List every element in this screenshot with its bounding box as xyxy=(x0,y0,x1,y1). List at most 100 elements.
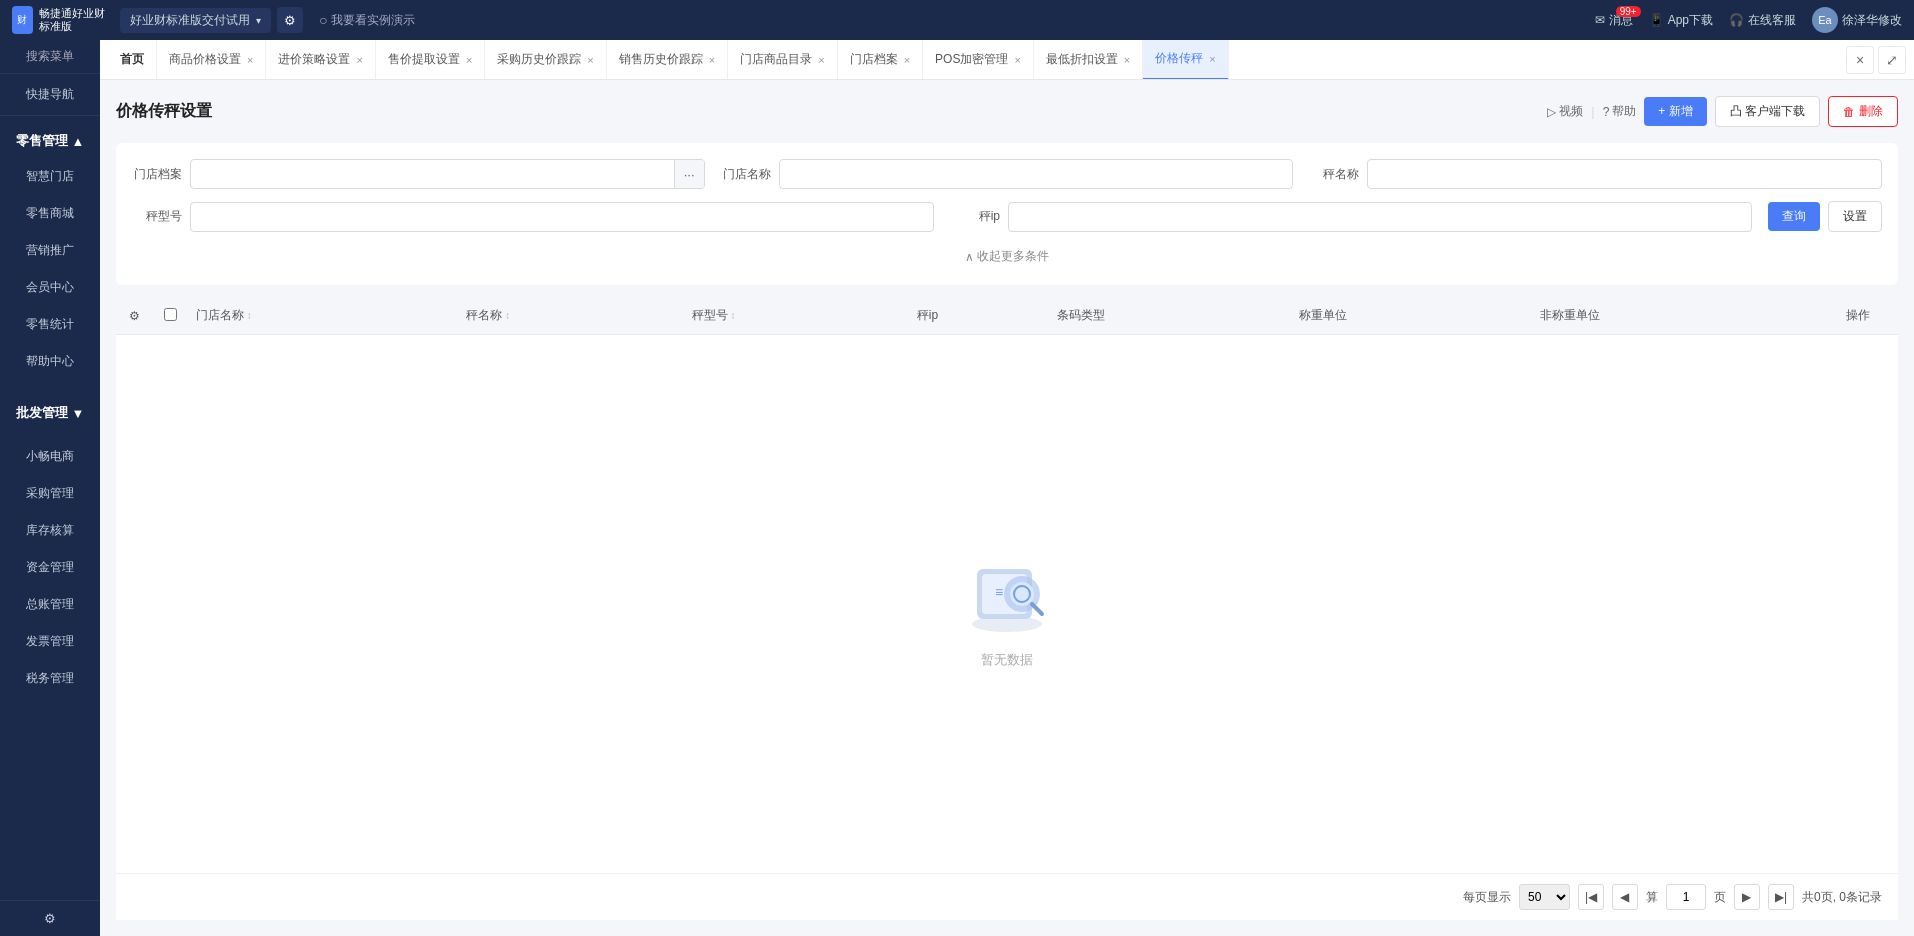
th-scale-model[interactable]: 秤型号 xyxy=(684,297,909,335)
store-name-input[interactable] xyxy=(779,159,1294,189)
video-btn[interactable]: ▷ 视频 xyxy=(1547,103,1583,120)
form-group-scale-name: 秤名称 xyxy=(1309,159,1882,189)
empty-state: ≡ 暂无数据 xyxy=(116,335,1898,873)
sidebar-item-tax[interactable]: 税务管理 xyxy=(0,660,100,697)
messages-btn[interactable]: ✉ 消息 99+ xyxy=(1595,12,1633,29)
help-label: 帮助 xyxy=(1612,103,1636,120)
sidebar-item-purchase[interactable]: 采购管理 xyxy=(0,475,100,512)
collapse-label: 收起更多条件 xyxy=(977,248,1049,265)
close-icon[interactable]: × xyxy=(709,54,715,66)
store-profile-picker-btn[interactable]: ··· xyxy=(674,160,704,188)
sidebar-item-smart-store[interactable]: 智慧门店 xyxy=(4,158,96,195)
form-group-scale-model: 秤型号 xyxy=(132,202,934,232)
settings-icon[interactable]: ⚙ xyxy=(277,7,303,33)
sidebar-item-invoice[interactable]: 发票管理 xyxy=(0,623,100,660)
download-btn[interactable]: 凸 客户端下载 xyxy=(1715,96,1820,127)
collapse-btn[interactable]: ∧ 收起更多条件 xyxy=(965,248,1049,265)
close-icon[interactable]: × xyxy=(1124,54,1130,66)
tab-store-catalog[interactable]: 门店商品目录 × xyxy=(728,40,837,80)
th-checkbox[interactable] xyxy=(152,297,188,335)
tab-sale-price[interactable]: 售价提取设置 × xyxy=(376,40,485,80)
wholesale-section: 批发管理 ▼ xyxy=(0,388,100,438)
user-profile-btn[interactable]: Ea 徐泽华修改 xyxy=(1812,7,1902,33)
close-icon[interactable]: × xyxy=(466,54,472,66)
sidebar-item-member[interactable]: 会员中心 xyxy=(4,269,96,306)
chevron-down-icon: ▾ xyxy=(256,15,261,26)
tab-sales-history[interactable]: 销售历史价跟踪 × xyxy=(607,40,728,80)
th-store-name[interactable]: 门店名称 xyxy=(188,297,458,335)
close-icon[interactable]: × xyxy=(818,54,824,66)
sidebar-settings-btn[interactable]: ⚙ xyxy=(0,900,100,936)
tab-price-transfer[interactable]: 价格传秤 × xyxy=(1143,40,1228,80)
tab-goods-price[interactable]: 商品价格设置 × xyxy=(157,40,266,80)
delete-btn[interactable]: 🗑 删除 xyxy=(1828,96,1898,127)
top-bar: 财 畅捷通好业财标准版 好业财标准版交付试用 ▾ ⚙ ○ 我要看实例演示 ✉ 消… xyxy=(0,0,1914,40)
search-menu-btn[interactable]: 搜索菜单 xyxy=(0,40,100,74)
page-suffix: 页 xyxy=(1714,889,1726,906)
tab-purchase-history[interactable]: 采购历史价跟踪 × xyxy=(485,40,606,80)
divider: | xyxy=(1591,104,1594,119)
sidebar-item-inventory[interactable]: 库存核算 xyxy=(0,512,100,549)
close-icon[interactable]: × xyxy=(904,54,910,66)
form-group-store-profile: 门店档案 ··· xyxy=(132,159,705,189)
tab-min-discount[interactable]: 最低折扣设置 × xyxy=(1034,40,1143,80)
online-service-label: 在线客服 xyxy=(1748,12,1796,29)
scale-ip-label: 秤ip xyxy=(950,208,1000,225)
tab-purchase-strategy[interactable]: 进价策略设置 × xyxy=(266,40,375,80)
close-icon[interactable]: × xyxy=(1209,53,1215,65)
help-btn[interactable]: ? 帮助 xyxy=(1603,103,1637,120)
retail-mgmt-title[interactable]: 零售管理 ▲ xyxy=(4,124,96,158)
per-page-select[interactable]: 50 10 20 100 xyxy=(1519,884,1570,910)
th-gear[interactable]: ⚙ xyxy=(116,297,152,335)
sidebar-item-xiaochang[interactable]: 小畅电商 xyxy=(0,438,100,475)
th-non-weight-unit: 非称重单位 xyxy=(1532,297,1818,335)
settings-btn-form[interactable]: 设置 xyxy=(1828,201,1882,232)
maximize-btn[interactable]: ⤢ xyxy=(1878,46,1906,74)
page-actions: ▷ 视频 | ? 帮助 + 新增 凸 客户端下载 🗑 xyxy=(1547,96,1898,127)
select-all-checkbox[interactable] xyxy=(164,308,177,321)
logo-icon: 财 xyxy=(12,6,33,34)
sidebar-item-retail-mall[interactable]: 零售商城 xyxy=(4,195,96,232)
close-icon[interactable]: × xyxy=(1014,54,1020,66)
version-selector[interactable]: 好业财标准版交付试用 ▾ xyxy=(120,8,271,33)
last-page-btn[interactable]: ▶| xyxy=(1768,884,1794,910)
scale-name-input[interactable] xyxy=(1367,159,1882,189)
demo-link[interactable]: ○ 我要看实例演示 xyxy=(319,12,415,29)
store-profile-input[interactable] xyxy=(191,160,674,188)
scale-model-input[interactable] xyxy=(190,202,934,232)
page-input[interactable] xyxy=(1666,884,1706,910)
query-btn[interactable]: 查询 xyxy=(1768,202,1820,231)
close-icon[interactable]: × xyxy=(247,54,253,66)
sidebar-item-help[interactable]: 帮助中心 xyxy=(4,343,96,380)
close-icon[interactable]: × xyxy=(356,54,362,66)
online-service-btn[interactable]: 🎧 在线客服 xyxy=(1729,12,1796,29)
th-scale-name[interactable]: 秤名称 xyxy=(458,297,683,335)
form-group-scale-ip: 秤ip xyxy=(950,202,1752,232)
tab-sale-price-label: 售价提取设置 xyxy=(388,51,460,68)
close-tab-btn[interactable]: × xyxy=(1846,46,1874,74)
next-page-btn[interactable]: ▶ xyxy=(1734,884,1760,910)
tab-bar-right: × ⤢ xyxy=(1846,46,1906,74)
add-btn[interactable]: + 新增 xyxy=(1644,97,1706,126)
tab-pos-management[interactable]: POS加密管理 × xyxy=(923,40,1034,80)
sidebar-item-quick-nav[interactable]: 快捷导航 xyxy=(0,78,100,111)
demo-label: 我要看实例演示 xyxy=(331,12,415,29)
empty-illustration: ≡ xyxy=(957,539,1057,639)
page-content: 价格传秤设置 ▷ 视频 | ? 帮助 + 新增 凸 客户端下载 xyxy=(100,80,1914,936)
store-profile-input-wrapper: ··· xyxy=(190,159,705,189)
scale-ip-input[interactable] xyxy=(1008,202,1752,232)
video-label: 视频 xyxy=(1559,103,1583,120)
app-download-btn[interactable]: 📱 App下载 xyxy=(1649,12,1713,29)
close-icon[interactable]: × xyxy=(587,54,593,66)
wholesale-title[interactable]: 批发管理 ▼ xyxy=(4,396,96,430)
sidebar-item-finance[interactable]: 资金管理 xyxy=(0,549,100,586)
first-page-btn[interactable]: |◀ xyxy=(1578,884,1604,910)
sidebar-item-retail-stats[interactable]: 零售统计 xyxy=(4,306,96,343)
tab-home[interactable]: 首页 xyxy=(108,40,157,80)
prev-page-btn[interactable]: ◀ xyxy=(1612,884,1638,910)
top-bar-right: ✉ 消息 99+ 📱 App下载 🎧 在线客服 Ea 徐泽华修改 xyxy=(1595,7,1902,33)
tab-store-profile-label: 门店档案 xyxy=(850,51,898,68)
sidebar-item-ledger[interactable]: 总账管理 xyxy=(0,586,100,623)
tab-store-profile[interactable]: 门店档案 × xyxy=(838,40,923,80)
sidebar-item-marketing[interactable]: 营销推广 xyxy=(4,232,96,269)
